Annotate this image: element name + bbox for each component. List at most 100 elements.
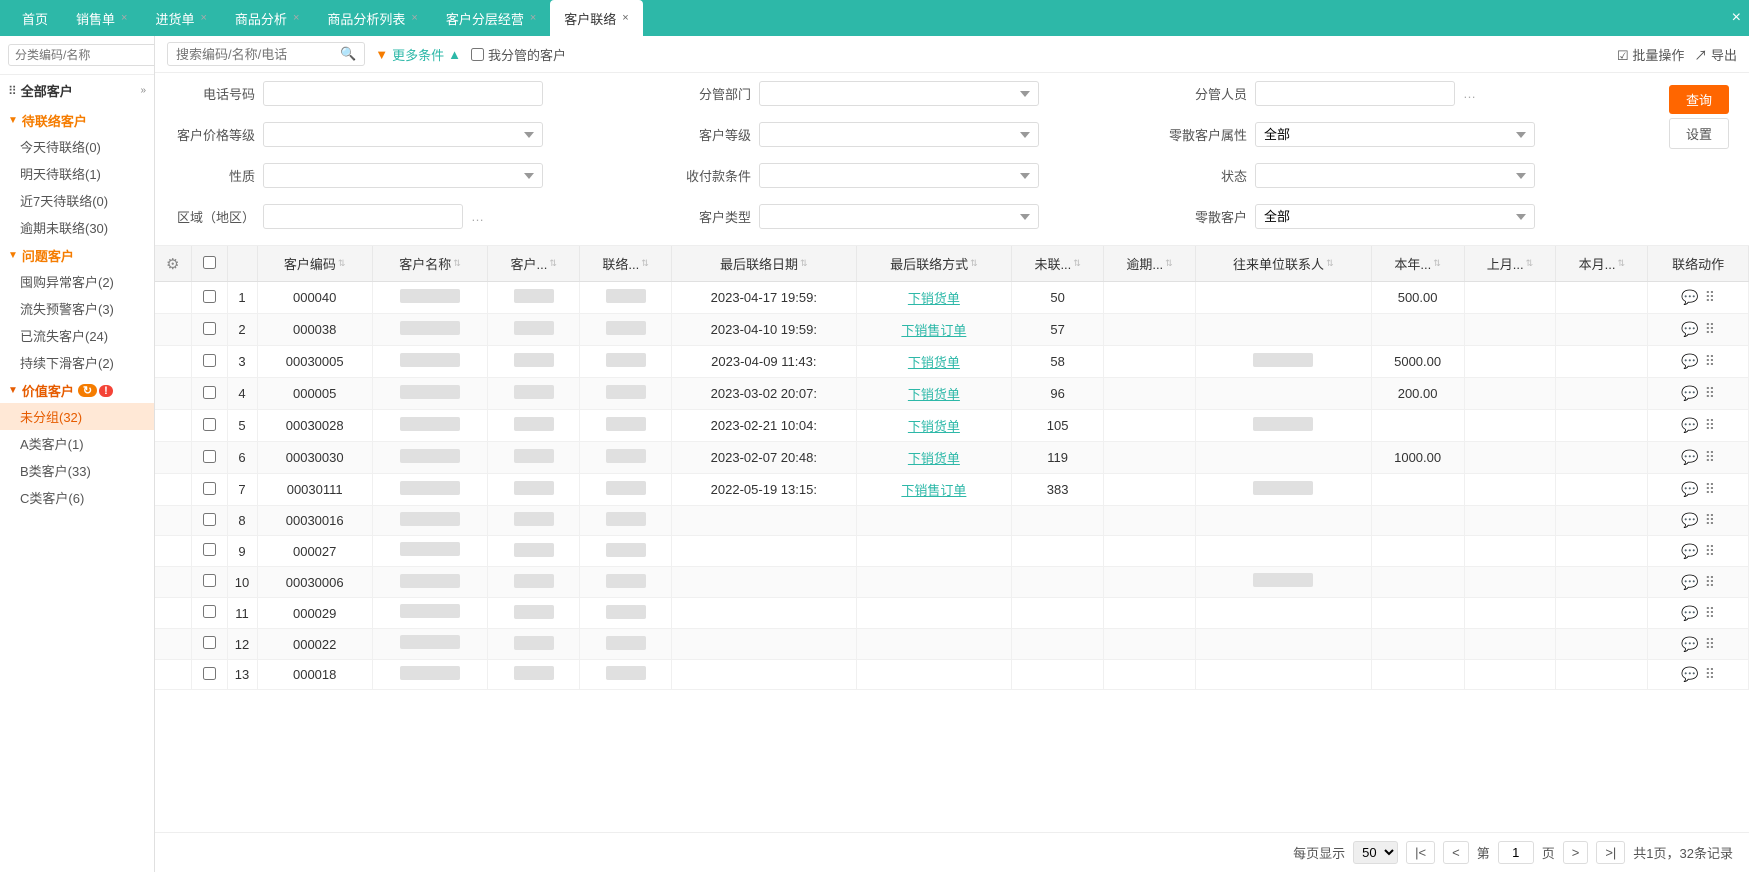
sidebar-item-churned[interactable]: 已流失客户(24) xyxy=(0,322,154,349)
col-this-month[interactable]: 本月...⇅ xyxy=(1556,246,1648,282)
export-btn[interactable]: ↗ 导出 xyxy=(1694,45,1737,64)
sidebar-item-churn-warning[interactable]: 流失预警客户(3) xyxy=(0,295,154,322)
close-icon[interactable]: × xyxy=(121,12,127,24)
col-customer-name[interactable]: 客户名称⇅ xyxy=(372,246,487,282)
per-page-select[interactable]: 50 xyxy=(1353,841,1398,864)
grid-action-icon[interactable]: ⠿ xyxy=(1705,512,1715,529)
message-icon[interactable]: 💬 xyxy=(1681,321,1698,338)
region-input[interactable] xyxy=(263,204,463,229)
col-last-month[interactable]: 上月...⇅ xyxy=(1464,246,1556,282)
manager-input[interactable] xyxy=(1255,81,1455,106)
settings-col-header[interactable]: ⚙ xyxy=(155,246,191,282)
sidebar-search-input[interactable] xyxy=(8,44,155,66)
tab-analysis-list[interactable]: 商品分析列表 × xyxy=(313,0,431,36)
row-checkbox[interactable] xyxy=(203,450,216,463)
row-checkbox[interactable] xyxy=(203,636,216,649)
reset-button[interactable]: 设置 xyxy=(1669,118,1729,149)
row-checkbox[interactable] xyxy=(203,605,216,618)
grid-action-icon[interactable]: ⠿ xyxy=(1705,353,1715,370)
dept-select[interactable] xyxy=(759,81,1039,106)
sidebar-item-c-class[interactable]: C类客户(6) xyxy=(0,484,154,511)
sidebar-item-overdue[interactable]: 逾期未联络(30) xyxy=(0,214,154,241)
tab-customer-contact[interactable]: 客户联络 × xyxy=(550,0,642,36)
sidebar-item-ungrouped[interactable]: 未分组(32) xyxy=(0,403,154,430)
row-checkbox[interactable] xyxy=(203,322,216,335)
sidebar-item-declining[interactable]: 持续下滑客户(2) xyxy=(0,349,154,376)
prev-page-btn[interactable]: < xyxy=(1443,841,1469,864)
sidebar-item-b-class[interactable]: B类客户(33) xyxy=(0,457,154,484)
col-last-date[interactable]: 最后联络日期⇅ xyxy=(672,246,857,282)
sidebar-item-7days[interactable]: 近7天待联络(0) xyxy=(0,187,154,214)
sidebar-item-a-class[interactable]: A类客户(1) xyxy=(0,430,154,457)
grid-action-icon[interactable]: ⠿ xyxy=(1705,417,1715,434)
grid-action-icon[interactable]: ⠿ xyxy=(1705,605,1715,622)
grid-action-icon[interactable]: ⠿ xyxy=(1705,449,1715,466)
col-no-contact[interactable]: 未联...⇅ xyxy=(1012,246,1104,282)
select-all-checkbox[interactable] xyxy=(203,256,216,269)
message-icon[interactable]: 💬 xyxy=(1681,449,1698,466)
problem-customer-group[interactable]: ▼ 问题客户 xyxy=(0,241,154,268)
last-page-btn[interactable]: >| xyxy=(1596,841,1625,864)
message-icon[interactable]: 💬 xyxy=(1681,289,1698,306)
close-icon[interactable]: × xyxy=(293,12,299,24)
close-icon[interactable]: × xyxy=(622,12,628,24)
message-icon[interactable]: 💬 xyxy=(1681,353,1698,370)
retail-cust-select[interactable]: 全部 xyxy=(1255,204,1535,229)
query-button[interactable]: 查询 xyxy=(1669,85,1729,114)
sidebar-item-tomorrow[interactable]: 明天待联络(1) xyxy=(0,160,154,187)
close-icon[interactable]: × xyxy=(411,12,417,24)
row-checkbox[interactable] xyxy=(203,574,216,587)
grid-action-icon[interactable]: ⠿ xyxy=(1705,321,1715,338)
row-checkbox[interactable] xyxy=(203,290,216,303)
sidebar-item-hoarding[interactable]: 囤购异常客户(2) xyxy=(0,268,154,295)
row-checkbox[interactable] xyxy=(203,667,216,680)
close-icon[interactable]: × xyxy=(530,12,536,24)
message-icon[interactable]: 💬 xyxy=(1681,385,1698,402)
grid-action-icon[interactable]: ⠿ xyxy=(1705,385,1715,402)
message-icon[interactable]: 💬 xyxy=(1681,666,1698,683)
grid-action-icon[interactable]: ⠿ xyxy=(1705,574,1715,591)
refresh-badge[interactable]: ↻ xyxy=(78,384,97,397)
col-year[interactable]: 本年...⇅ xyxy=(1371,246,1464,282)
col-last-method[interactable]: 最后联络方式⇅ xyxy=(856,246,1012,282)
message-icon[interactable]: 💬 xyxy=(1681,574,1698,591)
col-customer-code[interactable]: 客户编码⇅ xyxy=(257,246,372,282)
nature-select[interactable] xyxy=(263,163,543,188)
payment-select[interactable] xyxy=(759,163,1039,188)
first-page-btn[interactable]: |< xyxy=(1406,841,1435,864)
row-checkbox[interactable] xyxy=(203,513,216,526)
message-icon[interactable]: 💬 xyxy=(1681,512,1698,529)
col-contact[interactable]: 联络...⇅ xyxy=(580,246,672,282)
tab-analysis[interactable]: 商品分析 × xyxy=(221,0,313,36)
row-checkbox[interactable] xyxy=(203,543,216,556)
message-icon[interactable]: 💬 xyxy=(1681,543,1698,560)
close-window-icon[interactable]: × xyxy=(1732,9,1741,27)
status-select[interactable] xyxy=(1255,163,1535,188)
col-overdue[interactable]: 逾期...⇅ xyxy=(1104,246,1196,282)
message-icon[interactable]: 💬 xyxy=(1681,417,1698,434)
value-customer-group[interactable]: ▼ 价值客户 ↻ ! xyxy=(0,376,154,403)
message-icon[interactable]: 💬 xyxy=(1681,605,1698,622)
row-checkbox[interactable] xyxy=(203,482,216,495)
all-customers-header[interactable]: ⠿ 全部客户 » xyxy=(0,75,154,106)
manager-more-icon[interactable]: … xyxy=(1463,86,1476,101)
my-customers-checkbox[interactable] xyxy=(471,48,484,61)
retail-attr-select[interactable]: 全部 xyxy=(1255,122,1535,147)
pending-contact-group[interactable]: ▼ 待联络客户 xyxy=(0,106,154,133)
cust-type-select[interactable] xyxy=(759,204,1039,229)
row-checkbox[interactable] xyxy=(203,354,216,367)
col-partner[interactable]: 往来单位联系人⇅ xyxy=(1195,246,1371,282)
grid-action-icon[interactable]: ⠿ xyxy=(1705,666,1715,683)
grid-action-icon[interactable]: ⠿ xyxy=(1705,481,1715,498)
grid-action-icon[interactable]: ⠿ xyxy=(1705,289,1715,306)
message-icon[interactable]: 💬 xyxy=(1681,481,1698,498)
search-icon[interactable]: 🔍 xyxy=(340,46,356,62)
page-input[interactable] xyxy=(1498,841,1534,864)
batch-op-btn[interactable]: ☑ 批量操作 xyxy=(1617,45,1684,64)
sidebar-item-today[interactable]: 今天待联络(0) xyxy=(0,133,154,160)
region-more-icon[interactable]: … xyxy=(471,209,484,224)
price-level-select[interactable] xyxy=(263,122,543,147)
next-page-btn[interactable]: > xyxy=(1563,841,1589,864)
tab-purchase[interactable]: 进货单 × xyxy=(141,0,220,36)
tab-sales[interactable]: 销售单 × xyxy=(62,0,141,36)
